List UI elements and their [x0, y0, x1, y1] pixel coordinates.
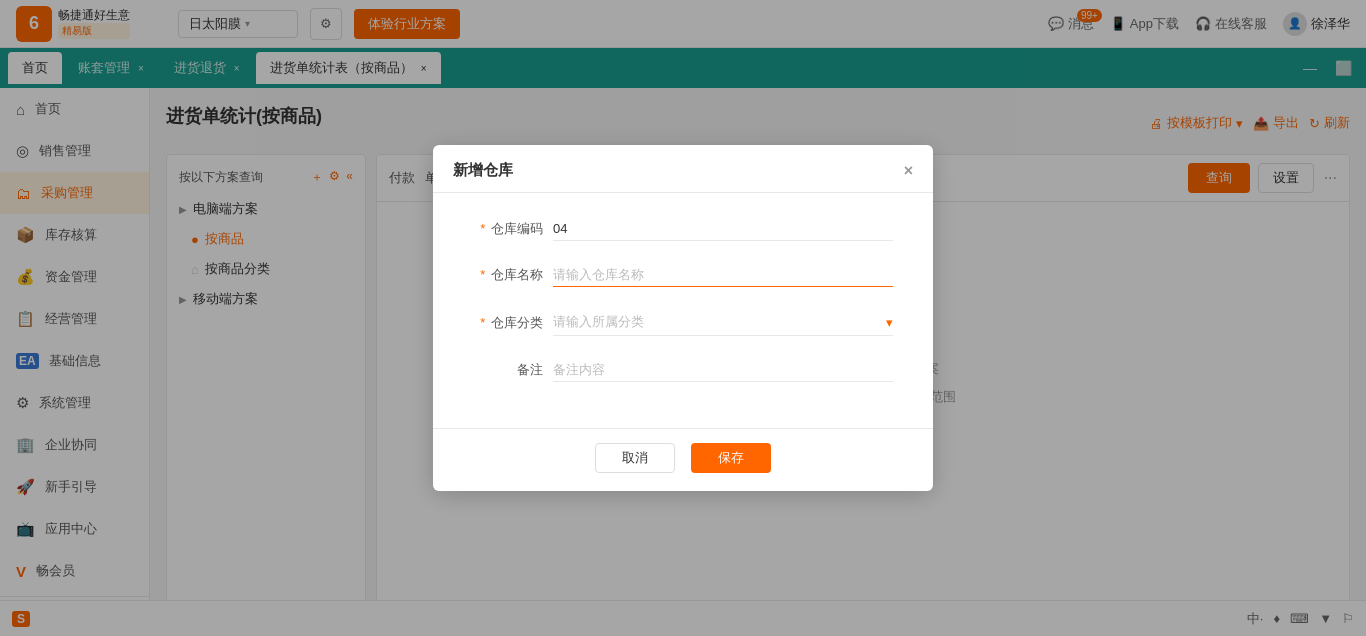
dialog-body: * 仓库编码 * 仓库名称 * 仓库分类 请输入所属 [433, 193, 933, 428]
category-select[interactable]: 请输入所属分类 ▾ [553, 309, 893, 336]
dialog-title: 新增仓库 [453, 161, 513, 180]
required-mark-name: * [480, 267, 485, 282]
form-row-code: * 仓库编码 [473, 217, 893, 241]
category-placeholder: 请输入所属分类 [553, 313, 644, 331]
code-label: * 仓库编码 [473, 220, 543, 238]
category-arrow-icon: ▾ [886, 315, 893, 330]
form-row-note: 备注 [473, 358, 893, 382]
cancel-button[interactable]: 取消 [595, 443, 675, 473]
required-mark-category: * [480, 315, 485, 330]
dialog-header: 新增仓库 × [433, 145, 933, 193]
form-row-name: * 仓库名称 [473, 263, 893, 287]
name-label: * 仓库名称 [473, 266, 543, 284]
modal-overlay[interactable]: 新增仓库 × * 仓库编码 * 仓库名称 [0, 0, 1366, 636]
dialog-footer: 取消 保存 [433, 428, 933, 491]
form-row-category: * 仓库分类 请输入所属分类 ▾ [473, 309, 893, 336]
dialog-new-warehouse: 新增仓库 × * 仓库编码 * 仓库名称 [433, 145, 933, 491]
note-input[interactable] [553, 358, 893, 382]
required-mark: * [480, 221, 485, 236]
code-input[interactable] [553, 217, 893, 241]
name-input[interactable] [553, 263, 893, 287]
save-button[interactable]: 保存 [691, 443, 771, 473]
category-label: * 仓库分类 [473, 314, 543, 332]
note-label: 备注 [473, 361, 543, 379]
dialog-close-button[interactable]: × [904, 162, 913, 180]
